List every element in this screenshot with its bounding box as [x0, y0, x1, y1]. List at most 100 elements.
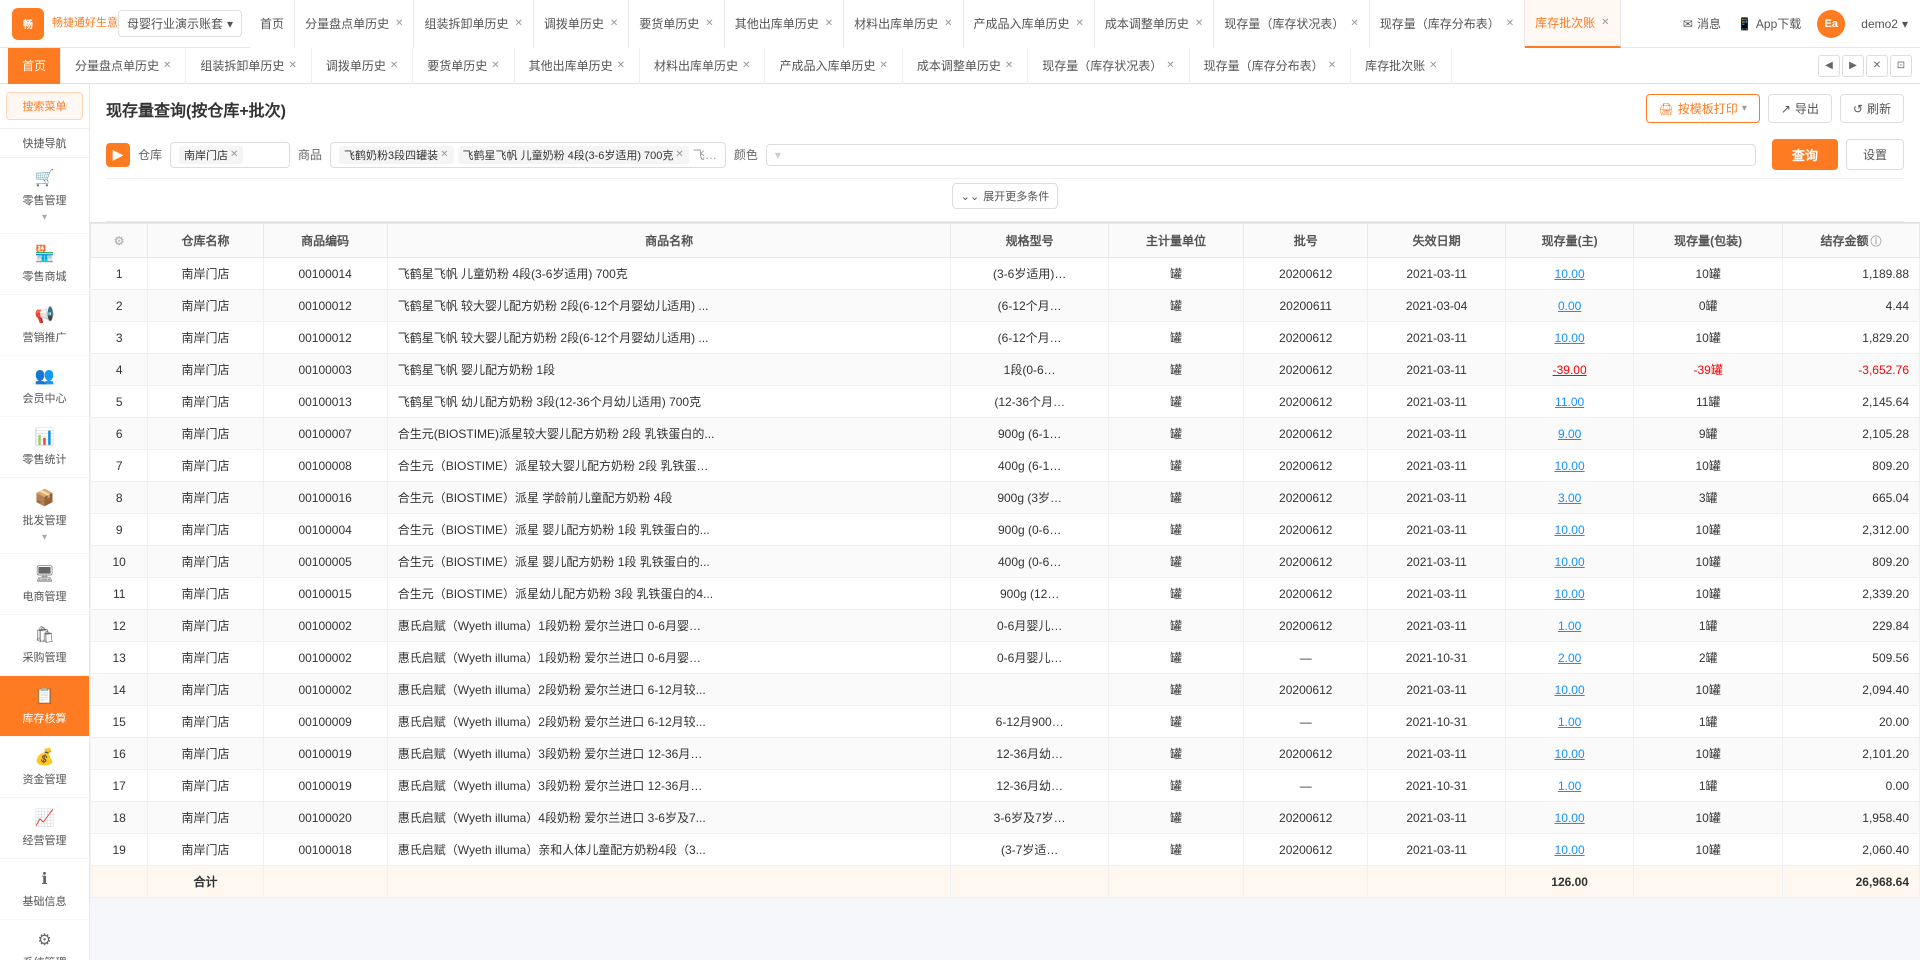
close-nav-tab-icon[interactable]: ✕ — [617, 60, 625, 71]
remove-product-tag-1[interactable]: ✕ — [440, 149, 448, 160]
table-cell[interactable]: 10.00 — [1505, 514, 1634, 546]
qty-link[interactable]: 10.00 — [1555, 523, 1585, 537]
top-tab[interactable]: 现存量（库存状况表）✕ — [1214, 0, 1369, 48]
table-cell[interactable]: 1.00 — [1505, 770, 1634, 802]
sidebar-item-库存核算[interactable]: 📋库存核算 — [0, 676, 89, 737]
nav-tab[interactable]: 调拨单历史 ✕ — [312, 48, 413, 84]
sidebar-item-批发管理[interactable]: 📦批发管理▾ — [0, 478, 89, 554]
query-btn[interactable]: 查询 — [1772, 139, 1838, 170]
qty-link[interactable]: 9.00 — [1558, 427, 1581, 441]
qty-link[interactable]: 1.00 — [1558, 779, 1581, 793]
settings-btn[interactable]: 设置 — [1846, 139, 1904, 170]
top-tab[interactable]: 其他出库单历史✕ — [725, 0, 844, 48]
nav-tab[interactable]: 首页 — [8, 48, 61, 84]
close-nav-tab-icon[interactable]: ✕ — [1328, 60, 1336, 71]
table-cell[interactable]: 10.00 — [1505, 834, 1634, 866]
qty-link[interactable]: 10.00 — [1555, 331, 1585, 345]
print-template-btn[interactable]: 🖨 按模板打印 ▾ — [1646, 94, 1760, 123]
sidebar-item-电商管理[interactable]: 🖥电商管理 — [0, 554, 89, 615]
top-tab[interactable]: 库存批次账✕ — [1525, 0, 1620, 48]
top-tab[interactable]: 要货单历史✕ — [629, 0, 724, 48]
close-nav-tab-icon[interactable]: ✕ — [288, 60, 296, 71]
message-btn[interactable]: ✉ 消息 — [1683, 15, 1721, 32]
sidebar-item-资金管理[interactable]: 💰资金管理 — [0, 737, 89, 798]
sidebar-item-系统管理[interactable]: ⚙系统管理 — [0, 920, 89, 960]
export-btn[interactable]: ↗ 导出 — [1768, 94, 1832, 123]
top-tab[interactable]: 产成品入库单历史✕ — [964, 0, 1095, 48]
close-nav-tab-icon[interactable]: ✕ — [1166, 60, 1174, 71]
color-filter[interactable]: ▾ — [766, 144, 1756, 166]
qty-link[interactable]: 10.00 — [1555, 843, 1585, 857]
close-all-btn[interactable]: ✕ — [1866, 55, 1888, 77]
qty-link[interactable]: 10.00 — [1555, 459, 1585, 473]
remove-product-tag-2[interactable]: ✕ — [675, 149, 683, 160]
nav-tab[interactable]: 库存批次账 ✕ — [1351, 48, 1452, 84]
nav-tab[interactable]: 成本调整单历史 ✕ — [903, 48, 1028, 84]
qty-link[interactable]: 10.00 — [1555, 683, 1585, 697]
qty-link[interactable]: 1.00 — [1558, 715, 1581, 729]
table-cell[interactable]: 10.00 — [1505, 674, 1634, 706]
info-icon[interactable]: ⓘ — [1870, 236, 1881, 248]
warehouse-filter[interactable]: 南岸门店 ✕ — [170, 142, 290, 168]
nav-tab[interactable]: 分量盘点单历史 ✕ — [61, 48, 186, 84]
qty-link[interactable]: 10.00 — [1555, 747, 1585, 761]
top-tab[interactable]: 材料出库单历史✕ — [844, 0, 963, 48]
qty-link[interactable]: 11.00 — [1555, 395, 1584, 409]
close-tab-icon[interactable]: ✕ — [825, 18, 833, 29]
table-cell[interactable]: 10.00 — [1505, 578, 1634, 610]
qty-link[interactable]: 1.00 — [1558, 619, 1581, 633]
top-tab[interactable]: 分量盘点单历史✕ — [295, 0, 414, 48]
close-tab-icon[interactable]: ✕ — [1076, 18, 1084, 29]
close-tab-icon[interactable]: ✕ — [1195, 18, 1203, 29]
qty-link[interactable]: 10.00 — [1555, 587, 1585, 601]
nav-tab[interactable]: 材料出库单历史 ✕ — [640, 48, 765, 84]
qty-link[interactable]: 2.00 — [1558, 651, 1581, 665]
close-nav-tab-icon[interactable]: ✕ — [879, 60, 887, 71]
company-dropdown[interactable]: 母婴行业演示账套 ▾ — [118, 10, 242, 37]
qty-link[interactable]: 0.00 — [1558, 299, 1581, 313]
sidebar-item-营销推广[interactable]: 📢营销推广 — [0, 295, 89, 356]
nav-tab[interactable]: 组装拆卸单历史 ✕ — [186, 48, 311, 84]
sidebar-item-零售统计[interactable]: 📊零售统计 — [0, 417, 89, 478]
table-cell[interactable]: -39.00 — [1505, 354, 1634, 386]
expand-more-btn[interactable]: ⌄⌄ 展开更多条件 — [952, 183, 1058, 209]
filter-expand-btn[interactable]: ▶ — [106, 143, 130, 167]
prev-tab-btn[interactable]: ◀ — [1818, 55, 1840, 77]
nav-tab[interactable]: 其他出库单历史 ✕ — [515, 48, 640, 84]
app-download-btn[interactable]: 📱 App下载 — [1737, 15, 1801, 32]
close-nav-tab-icon[interactable]: ✕ — [163, 60, 171, 71]
sidebar-item-会员中心[interactable]: 👥会员中心 — [0, 356, 89, 417]
remove-warehouse-tag[interactable]: ✕ — [230, 149, 238, 160]
sidebar-item-零售管理[interactable]: 🛒零售管理▾ — [0, 158, 89, 234]
nav-tab[interactable]: 产成品入库单历史 ✕ — [765, 48, 902, 84]
nav-tab[interactable]: 现存量（库存状况表） ✕ — [1028, 48, 1189, 84]
table-cell[interactable]: 1.00 — [1505, 610, 1634, 642]
product-filter[interactable]: 飞鹤奶粉3段四罐装 ✕ 飞鹤星飞帆 儿童奶粉 4段(3-6岁适用) 700克 ✕… — [330, 142, 726, 168]
user-name[interactable]: demo2 ▾ — [1861, 17, 1908, 31]
top-tab[interactable]: 成本调整单历史✕ — [1095, 0, 1214, 48]
table-cell[interactable]: 10.00 — [1505, 546, 1634, 578]
close-tab-icon[interactable]: ✕ — [610, 18, 618, 29]
qty-link[interactable]: 3.00 — [1558, 491, 1581, 505]
nav-tab[interactable]: 要货单历史 ✕ — [413, 48, 514, 84]
table-cell[interactable]: 10.00 — [1505, 258, 1634, 290]
menu-btn[interactable]: ⊡ — [1890, 55, 1912, 77]
settings-icon[interactable]: ⚙ — [114, 234, 125, 248]
search-menu-btn[interactable]: 搜索菜单 — [6, 92, 83, 120]
close-tab-icon[interactable]: ✕ — [944, 18, 952, 29]
close-nav-tab-icon[interactable]: ✕ — [742, 60, 750, 71]
sidebar-item-基础信息[interactable]: ℹ基础信息 — [0, 859, 89, 920]
qty-link[interactable]: 10.00 — [1555, 811, 1585, 825]
nav-tab[interactable]: 现存量（库存分布表） ✕ — [1190, 48, 1351, 84]
close-nav-tab-icon[interactable]: ✕ — [1429, 60, 1437, 71]
sidebar-item-零售商城[interactable]: 🏪零售商城 — [0, 234, 89, 295]
close-tab-icon[interactable]: ✕ — [1601, 17, 1609, 28]
close-tab-icon[interactable]: ✕ — [1506, 18, 1514, 29]
refresh-btn[interactable]: ↺ 刷新 — [1840, 94, 1904, 123]
qty-link[interactable]: 10.00 — [1555, 555, 1585, 569]
top-tab[interactable]: 调拨单历史✕ — [534, 0, 629, 48]
table-cell[interactable]: 9.00 — [1505, 418, 1634, 450]
table-cell[interactable]: 10.00 — [1505, 738, 1634, 770]
sidebar-item-经营管理[interactable]: 📈经营管理 — [0, 798, 89, 859]
sidebar-item-采购管理[interactable]: 🛍采购管理 — [0, 615, 89, 676]
